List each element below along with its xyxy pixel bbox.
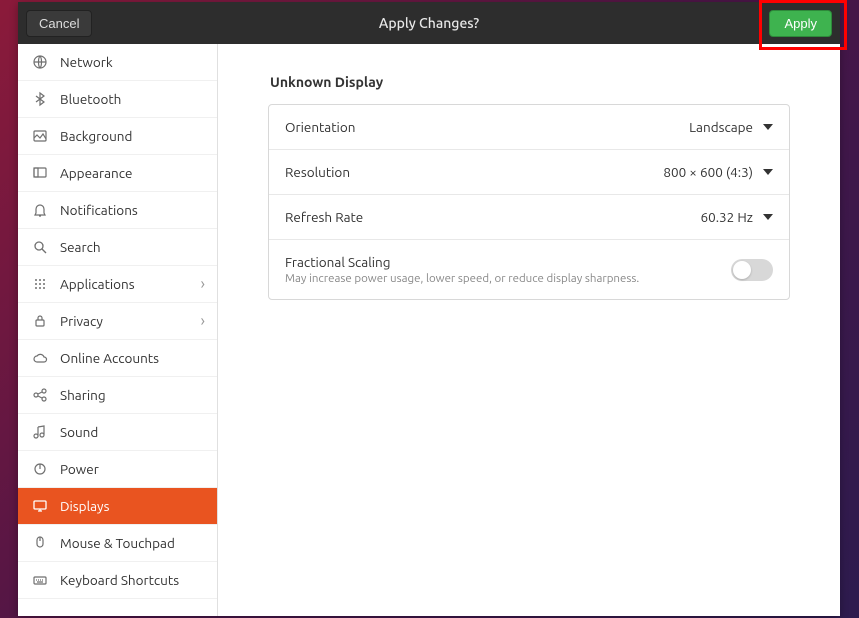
appearance-icon (32, 165, 48, 181)
sidebar-item-label: Keyboard Shortcuts (60, 572, 179, 588)
sharing-icon (32, 387, 48, 403)
sidebar-item-sharing[interactable]: Sharing (18, 377, 217, 414)
orientation-dropdown[interactable]: Landscape (689, 119, 773, 135)
background-icon (32, 128, 48, 144)
refresh-value: 60.32 Hz (701, 209, 754, 225)
sidebar-item-power[interactable]: Power (18, 451, 217, 488)
sidebar-item-mouse[interactable]: Mouse & Touchpad (18, 525, 217, 562)
display-settings-panel: Orientation Landscape Resolution 800 × 6… (268, 104, 790, 300)
sidebar-item-sound[interactable]: Sound (18, 414, 217, 451)
apply-button[interactable]: Apply (769, 10, 832, 37)
cloud-icon (32, 350, 48, 366)
resolution-value: 800 × 600 (4:3) (663, 164, 753, 180)
sidebar-item-label: Online Accounts (60, 350, 159, 366)
sidebar-item-label: Applications (60, 276, 135, 292)
orientation-value: Landscape (689, 119, 753, 135)
sidebar-item-online-accounts[interactable]: Online Accounts (18, 340, 217, 377)
sound-icon (32, 424, 48, 440)
resolution-dropdown[interactable]: 800 × 600 (4:3) (663, 164, 773, 180)
chevron-right-icon: › (201, 312, 206, 330)
scaling-sublabel: May increase power usage, lower speed, o… (285, 272, 639, 285)
sidebar-item-privacy[interactable]: Privacy › (18, 303, 217, 340)
sidebar-item-background[interactable]: Background (18, 118, 217, 155)
cancel-button[interactable]: Cancel (26, 10, 92, 37)
scaling-row: Fractional Scaling May increase power us… (269, 240, 789, 299)
sidebar-item-label: Search (60, 239, 101, 255)
settings-window: Cancel Apply Changes? Apply Network Blue… (18, 2, 840, 616)
sidebar-item-displays[interactable]: Displays (18, 488, 217, 525)
sidebar: Network Bluetooth Background Appearance (18, 44, 218, 616)
power-icon (32, 461, 48, 477)
refresh-row: Refresh Rate 60.32 Hz (269, 195, 789, 240)
sidebar-item-label: Sharing (60, 387, 106, 403)
lock-icon (32, 313, 48, 329)
sidebar-item-label: Notifications (60, 202, 138, 218)
body: Network Bluetooth Background Appearance (18, 44, 840, 616)
search-icon (32, 239, 48, 255)
sidebar-item-label: Mouse & Touchpad (60, 535, 175, 551)
scaling-switch[interactable] (731, 259, 773, 281)
sidebar-item-keyboard[interactable]: Keyboard Shortcuts (18, 562, 217, 599)
refresh-dropdown[interactable]: 60.32 Hz (701, 209, 774, 225)
chevron-right-icon: › (201, 275, 206, 293)
caret-down-icon (763, 214, 773, 220)
orientation-label: Orientation (285, 119, 355, 135)
caret-down-icon (763, 169, 773, 175)
sidebar-item-label: Privacy (60, 313, 103, 329)
resolution-row: Resolution 800 × 600 (4:3) (269, 150, 789, 195)
content-area: Unknown Display Orientation Landscape Re… (218, 44, 840, 616)
displays-icon (32, 498, 48, 514)
sidebar-item-label: Bluetooth (60, 91, 121, 107)
window-title: Apply Changes? (379, 15, 479, 31)
sidebar-item-network[interactable]: Network (18, 44, 217, 81)
bluetooth-icon (32, 91, 48, 107)
scaling-label: Fractional Scaling (285, 254, 639, 270)
titlebar: Cancel Apply Changes? Apply (18, 2, 840, 44)
bell-icon (32, 202, 48, 218)
sidebar-item-label: Background (60, 128, 132, 144)
keyboard-icon (32, 572, 48, 588)
section-title: Unknown Display (270, 74, 790, 90)
globe-icon (32, 54, 48, 70)
sidebar-item-label: Displays (60, 498, 109, 514)
sidebar-item-appearance[interactable]: Appearance (18, 155, 217, 192)
sidebar-item-label: Network (60, 54, 113, 70)
sidebar-item-search[interactable]: Search (18, 229, 217, 266)
sidebar-item-label: Appearance (60, 165, 132, 181)
apps-icon (32, 276, 48, 292)
orientation-row: Orientation Landscape (269, 105, 789, 150)
refresh-label: Refresh Rate (285, 209, 363, 225)
sidebar-item-bluetooth[interactable]: Bluetooth (18, 81, 217, 118)
mouse-icon (32, 535, 48, 551)
resolution-label: Resolution (285, 164, 350, 180)
sidebar-item-label: Power (60, 461, 99, 477)
sidebar-item-label: Sound (60, 424, 98, 440)
sidebar-item-applications[interactable]: Applications › (18, 266, 217, 303)
sidebar-item-notifications[interactable]: Notifications (18, 192, 217, 229)
caret-down-icon (763, 124, 773, 130)
